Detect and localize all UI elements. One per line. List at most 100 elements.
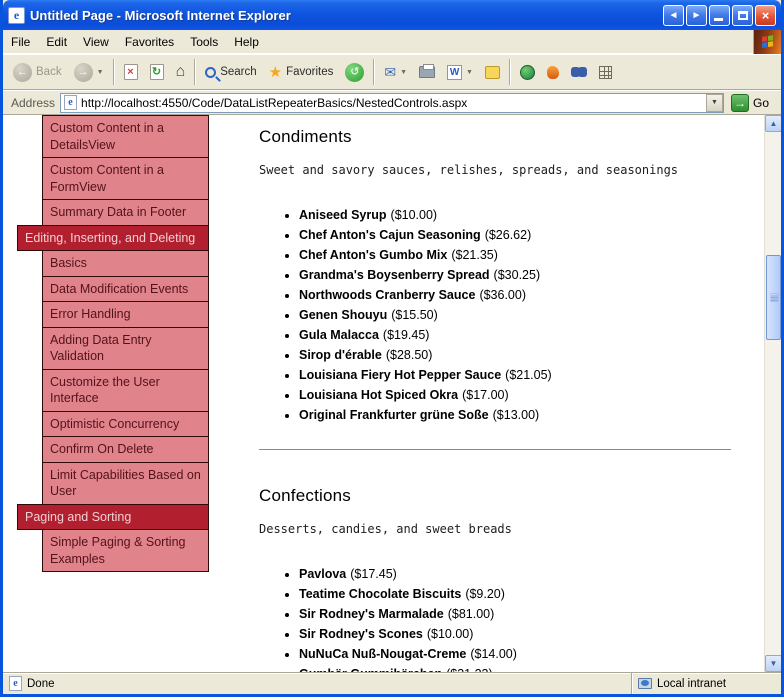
- menu-tools[interactable]: Tools: [182, 32, 226, 52]
- toolbar-separator: [194, 59, 197, 85]
- nav-left-button[interactable]: ◄: [663, 4, 684, 26]
- address-dropdown-button[interactable]: ▼: [705, 93, 723, 112]
- discuss-button[interactable]: [479, 63, 506, 82]
- search-button[interactable]: Search: [199, 63, 262, 81]
- search-icon: [205, 66, 217, 78]
- product-item: Grandma's Boysenberry Spread($30.25): [299, 265, 737, 285]
- minimize-button[interactable]: [709, 4, 730, 26]
- sidebar-item-optimistic-concurrency[interactable]: Optimistic Concurrency: [42, 410, 209, 437]
- menu-edit[interactable]: Edit: [38, 32, 75, 52]
- product-item: Gula Malacca($19.45): [299, 325, 737, 345]
- print-button[interactable]: [413, 63, 441, 81]
- product-item: Northwoods Cranberry Sauce($36.00): [299, 285, 737, 305]
- sidebar-item-basics[interactable]: Basics: [42, 250, 209, 277]
- addon-button[interactable]: [541, 63, 565, 82]
- product-item: Chef Anton's Cajun Seasoning($26.62): [299, 225, 737, 245]
- sidebar-item-confirm-on-delete[interactable]: Confirm On Delete: [42, 436, 209, 463]
- edit-dropdown-icon: ▼: [466, 68, 473, 76]
- sidebar-item-error-handling[interactable]: Error Handling: [42, 301, 209, 328]
- sidebar-menu: Custom Content in a DetailsView Custom C…: [3, 115, 218, 572]
- research-button[interactable]: [565, 64, 593, 80]
- sidebar-item-simple-paging-sorting[interactable]: Simple Paging & Sorting Examples: [42, 529, 209, 572]
- status-left-pane: e Done: [3, 676, 631, 691]
- binoculars-icon: [570, 67, 587, 77]
- messenger-button[interactable]: [514, 62, 541, 83]
- sidebar-item-custom-content-detailsview[interactable]: Custom Content in a DetailsView: [42, 115, 209, 158]
- forward-dropdown-icon: ▼: [96, 68, 104, 76]
- back-label: Back: [36, 66, 62, 78]
- minimize-icon: [714, 17, 723, 21]
- sidebar-item-limit-capabilities[interactable]: Limit Capabilities Based on User: [42, 461, 209, 505]
- scrollbar-thumb[interactable]: [766, 255, 781, 340]
- window-title: Untitled Page - Microsoft Internet Explo…: [30, 7, 291, 23]
- product-item: Pavlova($17.45): [299, 564, 737, 584]
- mail-icon: ✉: [384, 64, 397, 80]
- product-item: Louisiana Fiery Hot Pepper Sauce($21.05): [299, 365, 737, 385]
- sidebar-header-paging-and-sorting[interactable]: Paging and Sorting: [17, 503, 209, 530]
- product-item: Aniseed Syrup($10.00): [299, 205, 737, 225]
- address-bar: Address e ▼ → Go: [3, 90, 781, 115]
- go-button[interactable]: → Go: [729, 93, 775, 113]
- menu-file[interactable]: File: [3, 32, 38, 52]
- quick-tabs-button[interactable]: [593, 63, 618, 82]
- favorites-button[interactable]: ★ Favorites: [263, 62, 340, 83]
- stop-button[interactable]: ×: [118, 61, 144, 83]
- stop-icon: ×: [123, 64, 138, 80]
- toolbar-separator: [112, 59, 115, 85]
- history-icon: ↺: [345, 62, 365, 82]
- status-text: Done: [27, 677, 55, 690]
- windows-logo: [753, 29, 781, 54]
- sidebar-item-summary-data-footer[interactable]: Summary Data in Footer: [42, 199, 209, 226]
- home-button[interactable]: ⌂: [170, 61, 192, 83]
- home-icon: ⌂: [175, 63, 186, 80]
- nav-right-button[interactable]: ►: [686, 4, 707, 26]
- mail-dropdown-icon: ▼: [400, 68, 408, 76]
- article: Condiments Sweet and savory sauces, reli…: [259, 115, 737, 672]
- product-list: Pavlova($17.45) Teatime Chocolate Biscui…: [259, 564, 737, 672]
- sidebar-item-adding-data-entry-validation[interactable]: Adding Data Entry Validation: [42, 326, 209, 370]
- category-condiments: Condiments Sweet and savory sauces, reli…: [259, 127, 737, 425]
- menu-favorites[interactable]: Favorites: [117, 32, 182, 52]
- product-item: Louisiana Hot Spiced Okra($17.00): [299, 385, 737, 405]
- address-label: Address: [11, 95, 56, 110]
- address-input[interactable]: [81, 95, 706, 110]
- category-description: Desserts, candies, and sweet breads: [259, 522, 512, 536]
- zone-label: Local intranet: [657, 677, 727, 690]
- forward-button[interactable]: → ▼: [68, 60, 110, 85]
- restore-icon: [738, 10, 748, 20]
- ie-app-icon: e: [8, 6, 25, 24]
- scroll-up-button[interactable]: ▲: [765, 115, 781, 132]
- globe-icon: [519, 64, 535, 80]
- toolbar-separator: [508, 59, 511, 85]
- category-confections: Confections Desserts, candies, and sweet…: [259, 486, 737, 672]
- sidebar-item-data-modification-events[interactable]: Data Modification Events: [42, 275, 209, 302]
- windows-flag-icon: [762, 34, 774, 49]
- mail-button[interactable]: ✉ ▼: [378, 62, 413, 82]
- sidebar-item-custom-content-formview[interactable]: Custom Content in a FormView: [42, 157, 209, 200]
- close-button[interactable]: ×: [755, 4, 776, 26]
- discuss-icon: [484, 65, 500, 79]
- page-icon: e: [64, 95, 78, 110]
- address-field[interactable]: e ▼: [60, 92, 724, 113]
- product-item: Original Frankfurter grüne Soße($13.00): [299, 405, 737, 425]
- edit-with-word-button[interactable]: W ▼: [441, 62, 479, 83]
- sidebar-header-editing-inserting-deleting[interactable]: Editing, Inserting, and Deleting: [17, 224, 209, 251]
- product-item: Chef Anton's Gumbo Mix($21.35): [299, 245, 737, 265]
- toolbar-separator: [373, 59, 376, 85]
- sidebar-item-customize-user-interface[interactable]: Customize the User Interface: [42, 368, 209, 412]
- vertical-scrollbar[interactable]: ▲ ▼: [764, 115, 781, 672]
- favorites-label: Favorites: [286, 66, 334, 78]
- refresh-button[interactable]: ↻: [144, 61, 170, 83]
- flame-icon: [546, 65, 559, 79]
- scroll-down-button[interactable]: ▼: [765, 655, 781, 672]
- print-icon: [419, 64, 436, 78]
- browser-window: e Untitled Page - Microsoft Internet Exp…: [0, 0, 784, 697]
- back-button[interactable]: ← Back: [7, 60, 68, 85]
- history-button[interactable]: ↺: [339, 60, 370, 85]
- menu-help[interactable]: Help: [226, 32, 267, 52]
- go-label: Go: [752, 95, 769, 110]
- menu-view[interactable]: View: [75, 32, 117, 52]
- forward-icon: →: [73, 62, 93, 82]
- restore-button[interactable]: [732, 4, 753, 26]
- star-icon: ★: [268, 63, 283, 81]
